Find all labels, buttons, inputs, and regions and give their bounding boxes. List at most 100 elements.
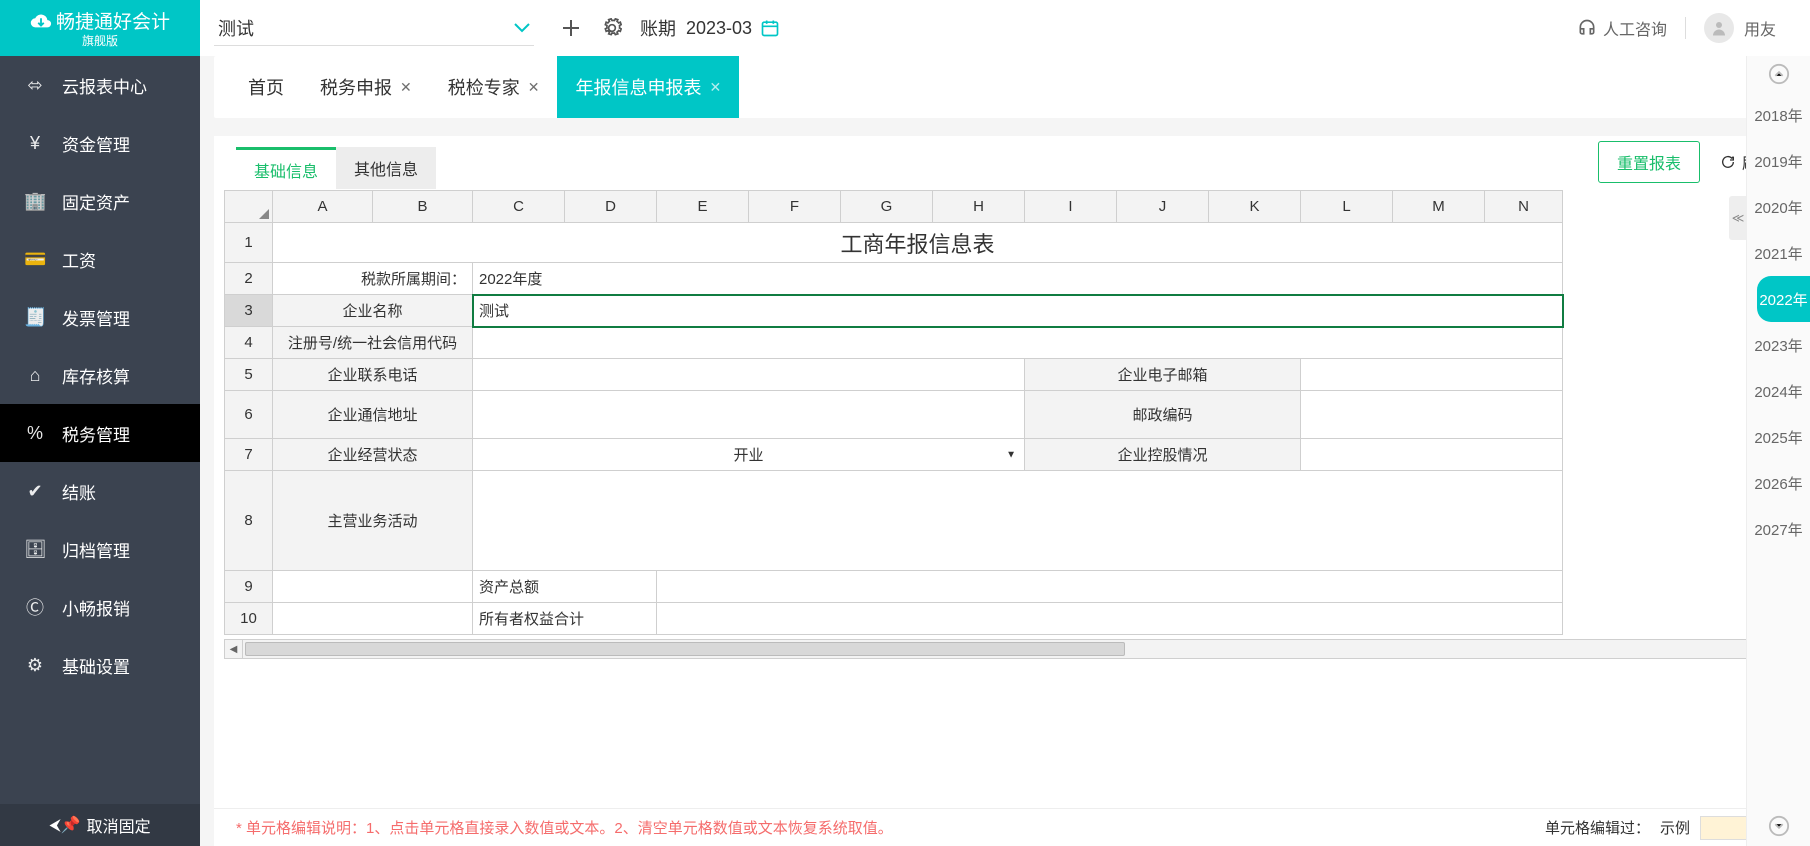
column-header[interactable]: K xyxy=(1209,191,1301,223)
sidebar-item-report-center[interactable]: ⬄云报表中心 xyxy=(0,56,200,114)
tab-home[interactable]: 首页 xyxy=(230,56,302,118)
row-header[interactable]: 6 xyxy=(225,391,273,439)
invoice-icon: 🧾 xyxy=(24,307,46,328)
year-item[interactable]: 2026年 xyxy=(1747,460,1810,506)
row-header[interactable]: 1 xyxy=(225,223,273,263)
tab-tax-expert[interactable]: 税检专家✕ xyxy=(430,56,558,118)
empty-cell[interactable] xyxy=(273,571,473,603)
address-cell[interactable] xyxy=(473,391,1025,439)
column-header[interactable]: J xyxy=(1117,191,1209,223)
status-dropdown[interactable]: 开业▼ xyxy=(473,439,1025,471)
sidebar-item-archive[interactable]: 🗄归档管理 xyxy=(0,520,200,578)
postcode-cell[interactable] xyxy=(1301,391,1563,439)
row-header[interactable]: 8 xyxy=(225,471,273,571)
year-item[interactable]: 2022年 xyxy=(1757,276,1810,322)
sidebar-item-expense[interactable]: Ⓒ小畅报销 xyxy=(0,578,200,636)
column-header[interactable]: G xyxy=(841,191,933,223)
gear-icon[interactable] xyxy=(602,18,622,38)
row-header[interactable]: 10 xyxy=(225,603,273,635)
brand-logo: 畅捷通好会计 旗舰版 xyxy=(0,0,200,56)
sidebar-item-fixed-assets[interactable]: 🏢固定资产 xyxy=(0,172,200,230)
column-header[interactable]: L xyxy=(1301,191,1393,223)
sidebar-item-salary[interactable]: 💳 工资 xyxy=(0,230,200,288)
sidebar-item-settings[interactable]: ⚙基础设置 xyxy=(0,636,200,694)
consult-button[interactable]: 人工咨询 xyxy=(1577,16,1667,40)
tab-tax-filing[interactable]: 税务申报✕ xyxy=(302,56,430,118)
row-header[interactable]: 9 xyxy=(225,571,273,603)
column-header[interactable]: H xyxy=(933,191,1025,223)
row-header[interactable]: 3 xyxy=(225,295,273,327)
sidebar-item-label: 工资 xyxy=(62,247,96,272)
sidebar-item-tax[interactable]: %税务管理 xyxy=(0,404,200,462)
row-header[interactable]: 4 xyxy=(225,327,273,359)
brand-edition: 旗舰版 xyxy=(82,32,118,49)
row-header[interactable]: 7 xyxy=(225,439,273,471)
close-icon[interactable]: ✕ xyxy=(709,79,721,96)
sub-tab-other[interactable]: 其他信息 xyxy=(336,147,436,189)
year-item[interactable]: 2024年 xyxy=(1747,368,1810,414)
column-header[interactable]: I xyxy=(1025,191,1117,223)
company-name-cell[interactable]: 测试 xyxy=(473,295,1563,327)
reset-button[interactable]: 重置报表 xyxy=(1598,141,1700,183)
column-header[interactable]: B xyxy=(373,191,473,223)
year-item[interactable]: 2021年 xyxy=(1747,230,1810,276)
tab-annual-report[interactable]: 年报信息申报表✕ xyxy=(557,56,739,118)
period-value: 2023-03 xyxy=(686,18,752,39)
horizontal-scrollbar[interactable]: ◀ ▶ xyxy=(224,639,1786,659)
scroll-thumb[interactable] xyxy=(245,642,1125,656)
main-business-cell[interactable] xyxy=(473,471,1563,571)
field-label: 企业电子邮箱 xyxy=(1025,359,1301,391)
phone-cell[interactable] xyxy=(473,359,1025,391)
example-label: 示例 xyxy=(1660,817,1690,838)
content-area: 首页 税务申报✕ 税检专家✕ 年报信息申报表✕ ✕ 基础信息 其他信息 重置报表… xyxy=(200,56,1810,846)
sidebar-item-inventory[interactable]: ⌂库存核算 xyxy=(0,346,200,404)
column-header[interactable]: M xyxy=(1393,191,1485,223)
equity-cell[interactable] xyxy=(657,603,1563,635)
column-header[interactable]: C xyxy=(473,191,565,223)
sidebar-unpin[interactable]: ⮜📌 取消固定 xyxy=(0,804,200,846)
column-header[interactable]: D xyxy=(565,191,657,223)
year-item[interactable]: 2023年 xyxy=(1747,322,1810,368)
holding-cell[interactable] xyxy=(1301,439,1563,471)
total-assets-cell[interactable] xyxy=(657,571,1563,603)
wage-icon: 💳 xyxy=(24,249,46,270)
column-header[interactable]: N xyxy=(1485,191,1563,223)
year-item[interactable]: 2019年 xyxy=(1747,138,1810,184)
credit-code-cell[interactable] xyxy=(473,327,1563,359)
calendar-icon[interactable] xyxy=(760,18,780,38)
period-label-cell: 税款所属期间： xyxy=(273,263,473,295)
rail-top-icon[interactable] xyxy=(1747,56,1810,92)
rail-bottom-icon[interactable] xyxy=(1747,806,1810,846)
row-header[interactable]: 2 xyxy=(225,263,273,295)
empty-cell[interactable] xyxy=(273,603,473,635)
sidebar-item-invoice[interactable]: 🧾发票管理 xyxy=(0,288,200,346)
select-all-corner[interactable] xyxy=(225,191,273,223)
tab-label: 首页 xyxy=(248,74,284,100)
column-header[interactable]: F xyxy=(749,191,841,223)
year-item[interactable]: 2018年 xyxy=(1747,92,1810,138)
footer-note: * 单元格编辑说明：1、点击单元格直接录入数值或文本。2、清空单元格数值或文本恢… xyxy=(214,808,1796,846)
plus-icon[interactable] xyxy=(562,19,580,37)
close-icon[interactable]: ✕ xyxy=(528,79,540,96)
scroll-left-icon[interactable]: ◀ xyxy=(225,640,243,658)
sub-tab-basic[interactable]: 基础信息 xyxy=(236,147,336,189)
year-item[interactable]: 2020年 xyxy=(1747,184,1810,230)
column-header[interactable]: A xyxy=(273,191,373,223)
sidebar-item-funds[interactable]: ¥资金管理 xyxy=(0,114,200,172)
user-menu[interactable]: 用友 xyxy=(1704,13,1796,43)
email-cell[interactable] xyxy=(1301,359,1563,391)
sidebar-item-closing[interactable]: ✔结账 xyxy=(0,462,200,520)
sub-tabs: 基础信息 其他信息 重置报表 刷新 xyxy=(214,136,1796,190)
rail-collapse-handle[interactable]: ≪ xyxy=(1729,196,1747,240)
sidebar: ◀ ⬄云报表中心 ¥资金管理 🏢固定资产 💳工资 🧾发票管理 ⌂库存核算 %税务… xyxy=(0,56,200,846)
period-value-cell[interactable]: 2022年度 xyxy=(473,263,1563,295)
year-item[interactable]: 2025年 xyxy=(1747,414,1810,460)
close-icon[interactable]: ✕ xyxy=(400,79,412,96)
column-header[interactable]: E xyxy=(657,191,749,223)
company-name: 测试 xyxy=(218,15,254,41)
company-selector[interactable]: 测试 xyxy=(214,10,534,46)
brand-name: 畅捷通好会计 xyxy=(56,7,170,34)
field-label: 主营业务活动 xyxy=(273,471,473,571)
year-item[interactable]: 2027年 xyxy=(1747,506,1810,552)
row-header[interactable]: 5 xyxy=(225,359,273,391)
